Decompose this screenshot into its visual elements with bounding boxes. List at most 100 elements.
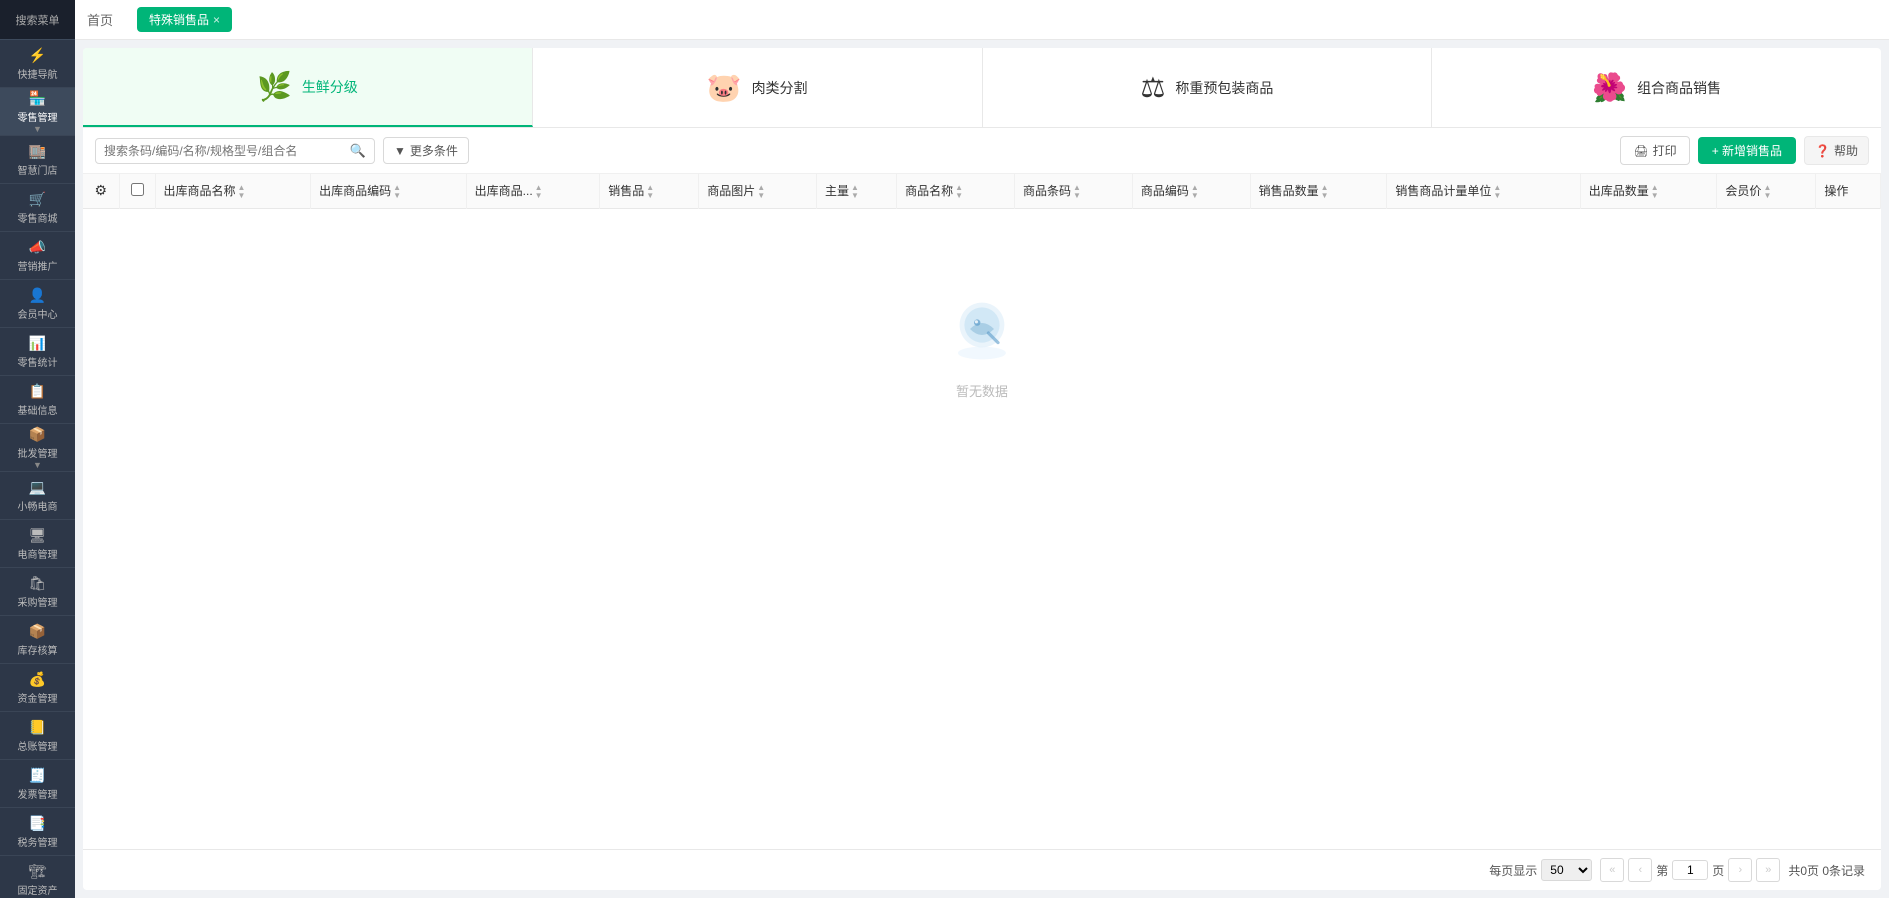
sidebar-arrow-wholesale-mgmt: ▼ <box>33 460 42 470</box>
sidebar-item-inventory[interactable]: 📦 库存核算 <box>0 616 75 664</box>
sidebar-icon-ecom-mgmt: 🖥 <box>29 527 47 544</box>
sidebar-item-marketing[interactable]: 📣 营销推广 <box>0 232 75 280</box>
sidebar-icon-finance-mgmt: 💰 <box>29 671 46 688</box>
empty-state: 暂无数据 <box>83 209 1881 480</box>
sort-icon-out_code: ▲▼ <box>393 184 401 200</box>
sidebar-item-tax-mgmt[interactable]: 📑 税务管理 <box>0 808 75 856</box>
search-input[interactable] <box>104 144 346 158</box>
page-total-info: 共0页 0条记录 <box>1788 862 1865 879</box>
th-out_name[interactable]: 出库商品名称▲▼ <box>155 174 311 208</box>
sort-icon-out_name: ▲▼ <box>238 184 246 200</box>
th-img[interactable]: 商品图片▲▼ <box>699 174 817 208</box>
page-number-input[interactable] <box>1672 860 1708 880</box>
print-icon: 🖨 <box>1633 144 1648 158</box>
search-icon: 🔍 <box>350 143 366 159</box>
per-page-select[interactable]: 50 10 20 100 <box>1541 859 1592 881</box>
cat-tab-fresh-grade[interactable]: 🌿 生鲜分级 <box>83 48 533 127</box>
page-nav: « ‹ 第 页 › » <box>1600 858 1780 882</box>
first-page-button[interactable]: « <box>1600 858 1624 882</box>
cat-tab-weight-pack[interactable]: ⚖ 称重预包装商品 <box>983 48 1433 127</box>
sidebar-label-mini-ecom: 小畅电商 <box>18 498 58 513</box>
sidebar-item-smart-store[interactable]: 🏬 智慧门店 <box>0 136 75 184</box>
sidebar-label-finance-mgmt: 资金管理 <box>18 690 58 705</box>
th-goods_code[interactable]: 商品编码▲▼ <box>1132 174 1250 208</box>
filter-label: 更多条件 <box>410 142 458 159</box>
sort-icon-out_spec: ▲▼ <box>535 184 543 200</box>
add-button[interactable]: + 新增销售品 <box>1698 137 1796 164</box>
sidebar-item-ledger-mgmt[interactable]: 📒 总账管理 <box>0 712 75 760</box>
sidebar-item-retail-mall[interactable]: 🛒 零售商城 <box>0 184 75 232</box>
toolbar-right: 🖨 打印 + 新增销售品 ❓ 帮助 <box>1620 136 1869 165</box>
sidebar-item-fixed-assets[interactable]: 🏗 固定资产 <box>0 856 75 898</box>
settings-icon[interactable]: ⚙ <box>94 182 107 198</box>
cat-label-combo-sales: 组合商品销售 <box>1637 78 1721 98</box>
last-page-button[interactable]: » <box>1756 858 1780 882</box>
next-page-button[interactable]: › <box>1728 858 1752 882</box>
sidebar-logo[interactable]: 搜索菜单 <box>0 0 75 40</box>
help-button[interactable]: ❓ 帮助 <box>1804 136 1869 165</box>
sort-icon-out_qty: ▲▼ <box>1651 184 1659 200</box>
active-tab[interactable]: 特殊销售品 × <box>137 7 232 32</box>
sidebar-icon-fixed-assets: 🏗 <box>29 863 47 880</box>
sidebar-item-invoice-mgmt[interactable]: 🧾 发票管理 <box>0 760 75 808</box>
sidebar-item-retail-stats[interactable]: 📊 零售统计 <box>0 328 75 376</box>
sidebar-label-wholesale-mgmt: 批发管理 <box>18 445 58 460</box>
print-button[interactable]: 🖨 打印 <box>1620 136 1689 165</box>
sidebar-label-member-center: 会员中心 <box>18 306 58 321</box>
sidebar-icon-ledger-mgmt: 📒 <box>29 719 46 736</box>
sidebar-label-retail-mgmt: 零售管理 <box>18 109 58 124</box>
th-out_qty[interactable]: 出库品数量▲▼ <box>1580 174 1717 208</box>
sidebar-icon-mini-ecom: 💻 <box>29 479 46 496</box>
th-sales_item[interactable]: 销售品▲▼ <box>600 174 699 208</box>
th-checkbox <box>119 174 155 208</box>
th-member_price[interactable]: 会员价▲▼ <box>1717 174 1816 208</box>
sidebar: 搜索菜单 ⚡ 快捷导航 🏪 零售管理 ▼ 🏬 智慧门店 🛒 零售商城 📣 营销推… <box>0 0 75 898</box>
th-barcode[interactable]: 商品条码▲▼ <box>1014 174 1132 208</box>
horizontal-scroll[interactable] <box>83 839 1881 849</box>
cat-icon-weight-pack: ⚖ <box>1140 71 1165 104</box>
th-out_spec[interactable]: 出库商品...▲▼ <box>466 174 600 208</box>
sidebar-item-quick-nav[interactable]: ⚡ 快捷导航 <box>0 40 75 88</box>
cat-icon-meat-split: 🐷 <box>707 71 742 104</box>
sidebar-label-ecom-mgmt: 电商管理 <box>18 546 58 561</box>
prev-page-button[interactable]: ‹ <box>1628 858 1652 882</box>
cat-label-weight-pack: 称重预包装商品 <box>1175 78 1273 98</box>
breadcrumb-home[interactable]: 首页 <box>87 10 113 29</box>
cat-icon-combo-sales: 🌺 <box>1592 71 1627 104</box>
pagination-bar: 每页显示 50 10 20 100 « ‹ 第 页 › » 共0页 <box>83 849 1881 890</box>
sidebar-item-mini-ecom[interactable]: 💻 小畅电商 <box>0 472 75 520</box>
close-tab-icon[interactable]: × <box>213 13 220 27</box>
search-wrap: 🔍 <box>95 138 375 164</box>
sidebar-item-wholesale-mgmt[interactable]: 📦 批发管理 ▼ <box>0 424 75 472</box>
sort-icon-barcode: ▲▼ <box>1073 184 1081 200</box>
sidebar-item-retail-mgmt[interactable]: 🏪 零售管理 ▼ <box>0 88 75 136</box>
th-out_code[interactable]: 出库商品编码▲▼ <box>311 174 467 208</box>
filter-button[interactable]: ▼ 更多条件 <box>383 137 469 164</box>
sidebar-item-basic-info[interactable]: 📋 基础信息 <box>0 376 75 424</box>
sidebar-icon-smart-store: 🏬 <box>29 143 46 160</box>
sidebar-arrow-retail-mgmt: ▼ <box>33 124 42 134</box>
add-label: + 新增销售品 <box>1712 142 1782 159</box>
cat-icon-fresh-grade: 🌿 <box>257 70 292 103</box>
sort-icon-img: ▲▼ <box>757 184 765 200</box>
sidebar-label-tax-mgmt: 税务管理 <box>18 834 58 849</box>
sidebar-item-purchase-mgmt[interactable]: 🛍 采购管理 <box>0 568 75 616</box>
sidebar-label-retail-mall: 零售商城 <box>18 210 58 225</box>
sidebar-label-quick-nav: 快捷导航 <box>18 66 58 81</box>
sidebar-icon-retail-mgmt: 🏪 <box>29 90 46 107</box>
print-label: 打印 <box>1653 142 1677 159</box>
select-all-checkbox[interactable] <box>131 183 144 196</box>
th-actions: 操作 <box>1816 174 1881 208</box>
sidebar-item-finance-mgmt[interactable]: 💰 资金管理 <box>0 664 75 712</box>
sidebar-icon-inventory: 📦 <box>29 623 46 640</box>
sidebar-icon-member-center: 👤 <box>29 287 46 304</box>
sidebar-item-member-center[interactable]: 👤 会员中心 <box>0 280 75 328</box>
cat-tab-meat-split[interactable]: 🐷 肉类分割 <box>533 48 983 127</box>
th-sales_unit[interactable]: 销售商品计量单位▲▼ <box>1387 174 1580 208</box>
page-label: 第 <box>1656 862 1668 879</box>
sidebar-item-ecom-mgmt[interactable]: 🖥 电商管理 <box>0 520 75 568</box>
th-sales_qty[interactable]: 销售品数量▲▼ <box>1250 174 1387 208</box>
cat-tab-combo-sales[interactable]: 🌺 组合商品销售 <box>1432 48 1881 127</box>
th-main_weight[interactable]: 主量▲▼ <box>817 174 897 208</box>
th-goods_name[interactable]: 商品名称▲▼ <box>897 174 1015 208</box>
